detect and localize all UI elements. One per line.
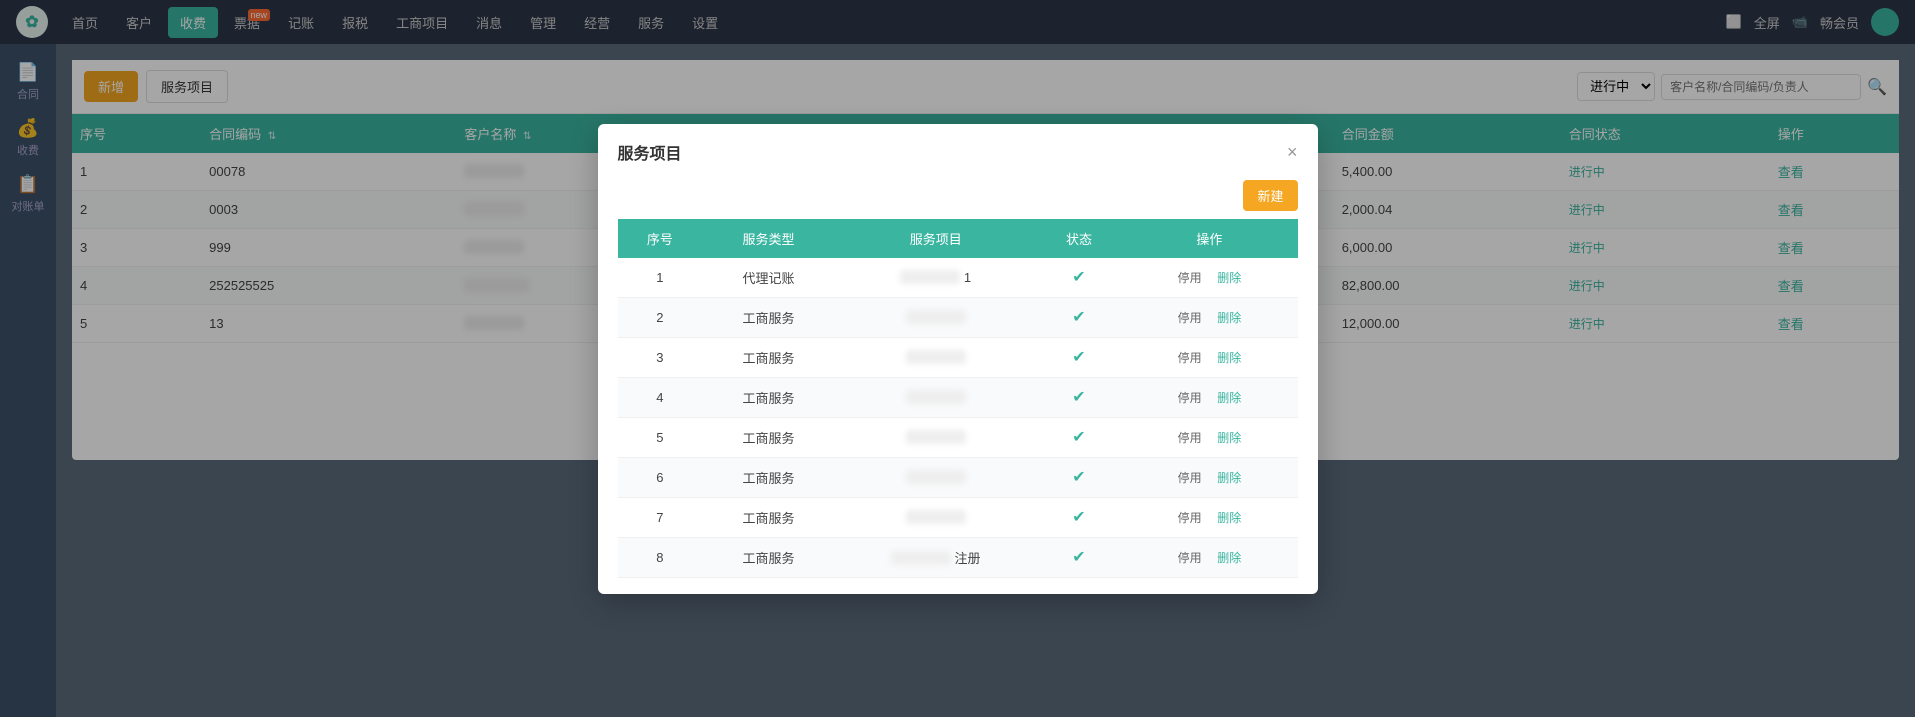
d-ops: 停用 删除 [1121, 258, 1297, 298]
dcol-type: 服务类型 [702, 219, 835, 258]
d-type: 工商服务 [702, 457, 835, 497]
d-type: 工商服务 [702, 497, 835, 537]
dialog-table-row: 4 工商服务 ✔ 停用 删除 [618, 377, 1298, 417]
stop-button[interactable]: 停用 [1172, 347, 1208, 368]
d-status: ✔ [1037, 258, 1122, 298]
dialog-table-row: 1 代理记账 1 ✔ 停用 删除 [618, 258, 1298, 298]
d-type: 工商服务 [702, 377, 835, 417]
d-item [835, 457, 1037, 497]
d-seq: 4 [618, 377, 703, 417]
dialog-toolbar: 新建 [598, 172, 1318, 219]
delete-button[interactable]: 删除 [1211, 267, 1247, 288]
d-seq: 5 [618, 417, 703, 457]
dialog-table-row: 7 工商服务 ✔ 停用 删除 [618, 497, 1298, 537]
d-seq: 8 [618, 537, 703, 577]
d-item: 注册 [835, 537, 1037, 577]
d-status: ✔ [1037, 497, 1122, 537]
d-type: 工商服务 [702, 417, 835, 457]
d-item [835, 377, 1037, 417]
service-items-table: 序号 服务类型 服务项目 状态 操作 1 代理记账 1 ✔ [618, 219, 1298, 578]
dialog-table-scroll[interactable]: 序号 服务类型 服务项目 状态 操作 1 代理记账 1 ✔ [618, 219, 1298, 578]
d-ops: 停用 删除 [1121, 417, 1297, 457]
dialog-table-row: 5 工商服务 ✔ 停用 删除 [618, 417, 1298, 457]
modal-overlay[interactable]: 服务项目 × 新建 序号 服务类型 服务项目 状态 操作 [0, 0, 1915, 717]
dialog-table-row: 6 工商服务 ✔ 停用 删除 [618, 457, 1298, 497]
dialog-table-header: 序号 服务类型 服务项目 状态 操作 [618, 219, 1298, 258]
delete-button[interactable]: 删除 [1211, 547, 1247, 568]
dialog-table-row: 3 工商服务 ✔ 停用 删除 [618, 337, 1298, 377]
d-item [835, 497, 1037, 537]
service-item-dialog: 服务项目 × 新建 序号 服务类型 服务项目 状态 操作 [598, 124, 1318, 594]
d-item [835, 337, 1037, 377]
d-status: ✔ [1037, 337, 1122, 377]
d-seq: 7 [618, 497, 703, 537]
dialog-title: 服务项目 [618, 140, 682, 164]
d-seq: 3 [618, 337, 703, 377]
delete-button[interactable]: 删除 [1211, 507, 1247, 528]
d-ops: 停用 删除 [1121, 377, 1297, 417]
dialog-close-button[interactable]: × [1287, 143, 1298, 161]
dialog-new-button[interactable]: 新建 [1243, 180, 1297, 211]
d-seq: 1 [618, 258, 703, 298]
d-ops: 停用 删除 [1121, 297, 1297, 337]
d-item [835, 297, 1037, 337]
dcol-item: 服务项目 [835, 219, 1037, 258]
d-ops: 停用 删除 [1121, 337, 1297, 377]
d-type: 代理记账 [702, 258, 835, 298]
d-seq: 2 [618, 297, 703, 337]
d-ops: 停用 删除 [1121, 457, 1297, 497]
dialog-table-row: 2 工商服务 ✔ 停用 删除 [618, 297, 1298, 337]
delete-button[interactable]: 删除 [1211, 387, 1247, 408]
dcol-status: 状态 [1037, 219, 1122, 258]
dcol-action: 操作 [1121, 219, 1297, 258]
d-ops: 停用 删除 [1121, 497, 1297, 537]
d-type: 工商服务 [702, 337, 835, 377]
d-item [835, 417, 1037, 457]
stop-button[interactable]: 停用 [1172, 507, 1208, 528]
delete-button[interactable]: 删除 [1211, 307, 1247, 328]
d-status: ✔ [1037, 297, 1122, 337]
dialog-header: 服务项目 × [598, 124, 1318, 172]
delete-button[interactable]: 删除 [1211, 467, 1247, 488]
d-status: ✔ [1037, 537, 1122, 577]
d-seq: 6 [618, 457, 703, 497]
dcol-seq: 序号 [618, 219, 703, 258]
stop-button[interactable]: 停用 [1172, 547, 1208, 568]
stop-button[interactable]: 停用 [1172, 307, 1208, 328]
d-type: 工商服务 [702, 537, 835, 577]
d-status: ✔ [1037, 457, 1122, 497]
dialog-body: 序号 服务类型 服务项目 状态 操作 1 代理记账 1 ✔ [598, 219, 1318, 594]
stop-button[interactable]: 停用 [1172, 467, 1208, 488]
d-ops: 停用 删除 [1121, 537, 1297, 577]
d-type: 工商服务 [702, 297, 835, 337]
d-item: 1 [835, 258, 1037, 298]
delete-button[interactable]: 删除 [1211, 427, 1247, 448]
stop-button[interactable]: 停用 [1172, 267, 1208, 288]
stop-button[interactable]: 停用 [1172, 427, 1208, 448]
delete-button[interactable]: 删除 [1211, 347, 1247, 368]
dialog-table-row: 8 工商服务 注册 ✔ 停用 删除 [618, 537, 1298, 577]
d-status: ✔ [1037, 417, 1122, 457]
d-status: ✔ [1037, 377, 1122, 417]
stop-button[interactable]: 停用 [1172, 387, 1208, 408]
